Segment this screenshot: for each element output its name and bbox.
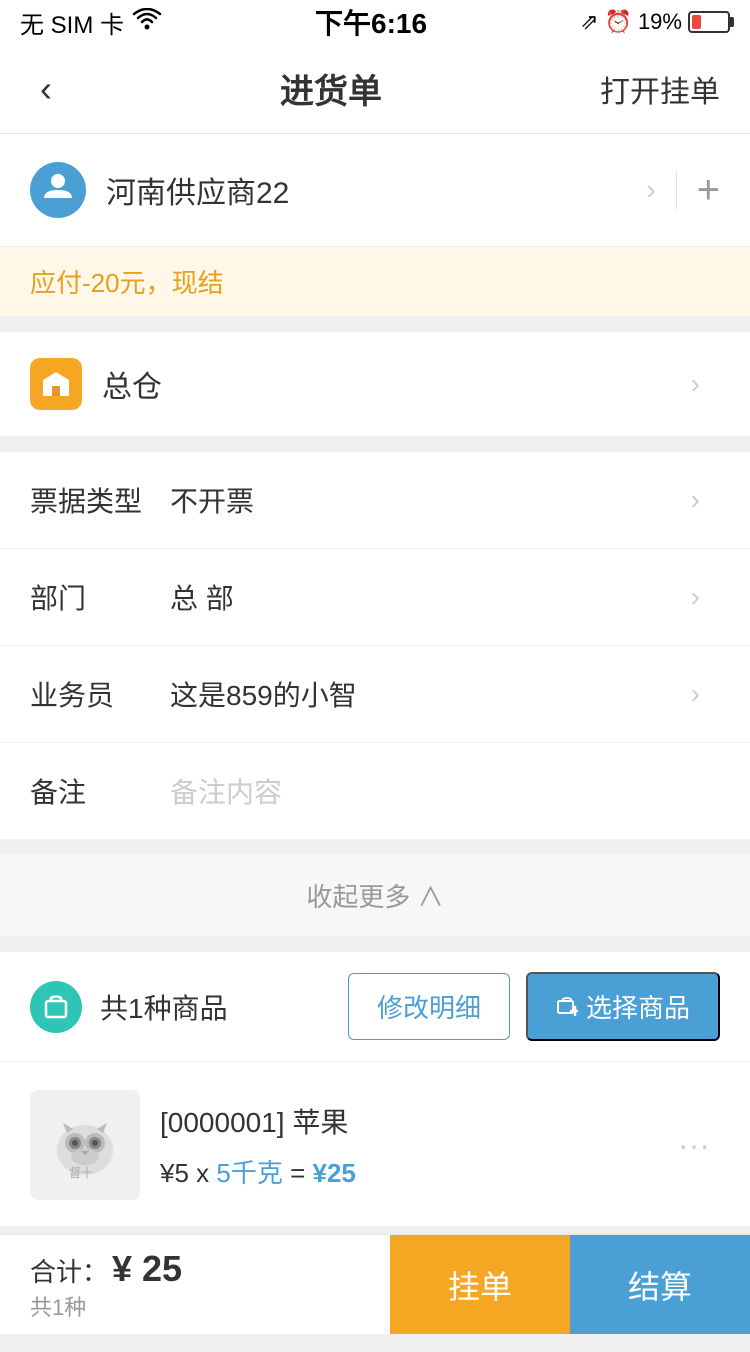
status-right: ⇗ ⏰ 19%	[580, 9, 730, 35]
supplier-row[interactable]: 河南供应商22 › +	[0, 134, 750, 247]
warehouse-row[interactable]: 总仓 ›	[0, 332, 750, 436]
warehouse-name: 总仓	[102, 362, 691, 406]
warehouse-icon	[30, 358, 82, 410]
chevron-right-icon: ›	[646, 174, 655, 206]
more-options-button[interactable]: ···	[668, 1117, 720, 1174]
product-info: [0000001] 苹果 ¥5 x 5千克 = ¥25	[160, 1101, 668, 1190]
person-icon	[42, 170, 74, 210]
remark-row[interactable]: 备注 备注内容	[0, 743, 750, 839]
product-price: ¥5 x 5千克 = ¥25	[160, 1153, 668, 1190]
price-value: ¥5	[160, 1158, 189, 1188]
add-button[interactable]: +	[697, 168, 720, 213]
owl-logo-icon: 督十	[45, 1105, 125, 1185]
nav-bar: ‹ 进货单 打开挂单	[0, 44, 750, 134]
product-count-text: 共1种商品	[100, 987, 348, 1027]
product-name: [0000001] 苹果	[160, 1101, 668, 1141]
status-left: 无 SIM 卡	[20, 5, 162, 40]
open-hang-button[interactable]: 打开挂单	[600, 67, 720, 111]
hang-button[interactable]: 挂单	[390, 1235, 570, 1334]
status-bar: 无 SIM 卡 下午6:16 ⇗ ⏰ 19%	[0, 0, 750, 44]
svg-text:督十: 督十	[69, 1165, 93, 1180]
chevron-right-icon: ›	[691, 581, 700, 613]
total-section: 合计： ¥ 25 共1种	[0, 1235, 390, 1334]
price-x: x	[196, 1158, 216, 1188]
status-time: 下午6:16	[315, 2, 427, 42]
notice-row: 应付-20元，现结	[0, 247, 750, 316]
wifi-icon	[132, 8, 162, 37]
dept-value: 总 部	[150, 577, 691, 617]
total-label: 合计：	[30, 1252, 108, 1289]
location-icon: ⇗	[580, 9, 598, 35]
chevron-right-icon: ›	[691, 678, 700, 710]
price-quantity: 5千克	[216, 1158, 282, 1188]
products-section: 共1种商品 修改明细 选择商品	[0, 952, 750, 1226]
battery-icon	[688, 11, 730, 33]
remark-label: 备注	[30, 771, 150, 811]
select-product-button[interactable]: 选择商品	[526, 972, 720, 1041]
dept-row[interactable]: 部门 总 部 ›	[0, 549, 750, 646]
collapse-row[interactable]: 收起更多 ∧	[0, 855, 750, 936]
warehouse-card[interactable]: 总仓 ›	[0, 332, 750, 436]
product-item: 督十 [0000001] 苹果 ¥5 x 5千克 = ¥25 ···	[0, 1064, 750, 1226]
invoice-row[interactable]: 票据类型 不开票 ›	[0, 452, 750, 549]
supplier-card: 河南供应商22 › + 应付-20元，现结	[0, 134, 750, 316]
form-card: 票据类型 不开票 › 部门 总 部 › 业务员 这是859的小智 › 备注 备注…	[0, 452, 750, 839]
battery-percent: 19%	[638, 9, 682, 35]
supplier-name: 河南供应商22	[106, 168, 646, 212]
product-thumbnail: 督十	[30, 1090, 140, 1200]
chevron-right-icon: ›	[691, 368, 700, 400]
bottom-bar: 合计： ¥ 25 共1种 挂单 结算	[0, 1234, 750, 1334]
main-content: 河南供应商22 › + 应付-20元，现结 总仓 › 票据类型 不开票 ›	[0, 134, 750, 1352]
product-count-icon	[30, 981, 82, 1033]
checkout-button[interactable]: 结算	[570, 1235, 750, 1334]
chevron-right-icon: ›	[691, 484, 700, 516]
staff-row[interactable]: 业务员 这是859的小智 ›	[0, 646, 750, 743]
total-count: 共1种	[30, 1290, 360, 1322]
alarm-icon: ⏰	[605, 9, 632, 35]
products-header: 共1种商品 修改明细 选择商品	[0, 952, 750, 1062]
staff-value: 这是859的小智	[150, 674, 691, 714]
vertical-divider	[676, 170, 677, 210]
invoice-label: 票据类型	[30, 480, 150, 520]
dept-label: 部门	[30, 577, 150, 617]
carrier-label: 无 SIM 卡	[20, 5, 124, 40]
invoice-value: 不开票	[150, 480, 691, 520]
price-total: ¥25	[313, 1158, 356, 1188]
remark-input[interactable]: 备注内容	[150, 771, 720, 811]
page-title: 进货单	[280, 64, 382, 113]
modify-detail-button[interactable]: 修改明细	[348, 973, 510, 1040]
back-button[interactable]: ‹	[30, 58, 62, 120]
collapse-label: 收起更多 ∧	[306, 877, 443, 914]
total-amount: ¥ 25	[112, 1248, 182, 1290]
price-eq: =	[290, 1158, 312, 1188]
staff-label: 业务员	[30, 674, 150, 714]
supplier-avatar	[30, 162, 86, 218]
select-product-label: 选择商品	[586, 988, 690, 1025]
